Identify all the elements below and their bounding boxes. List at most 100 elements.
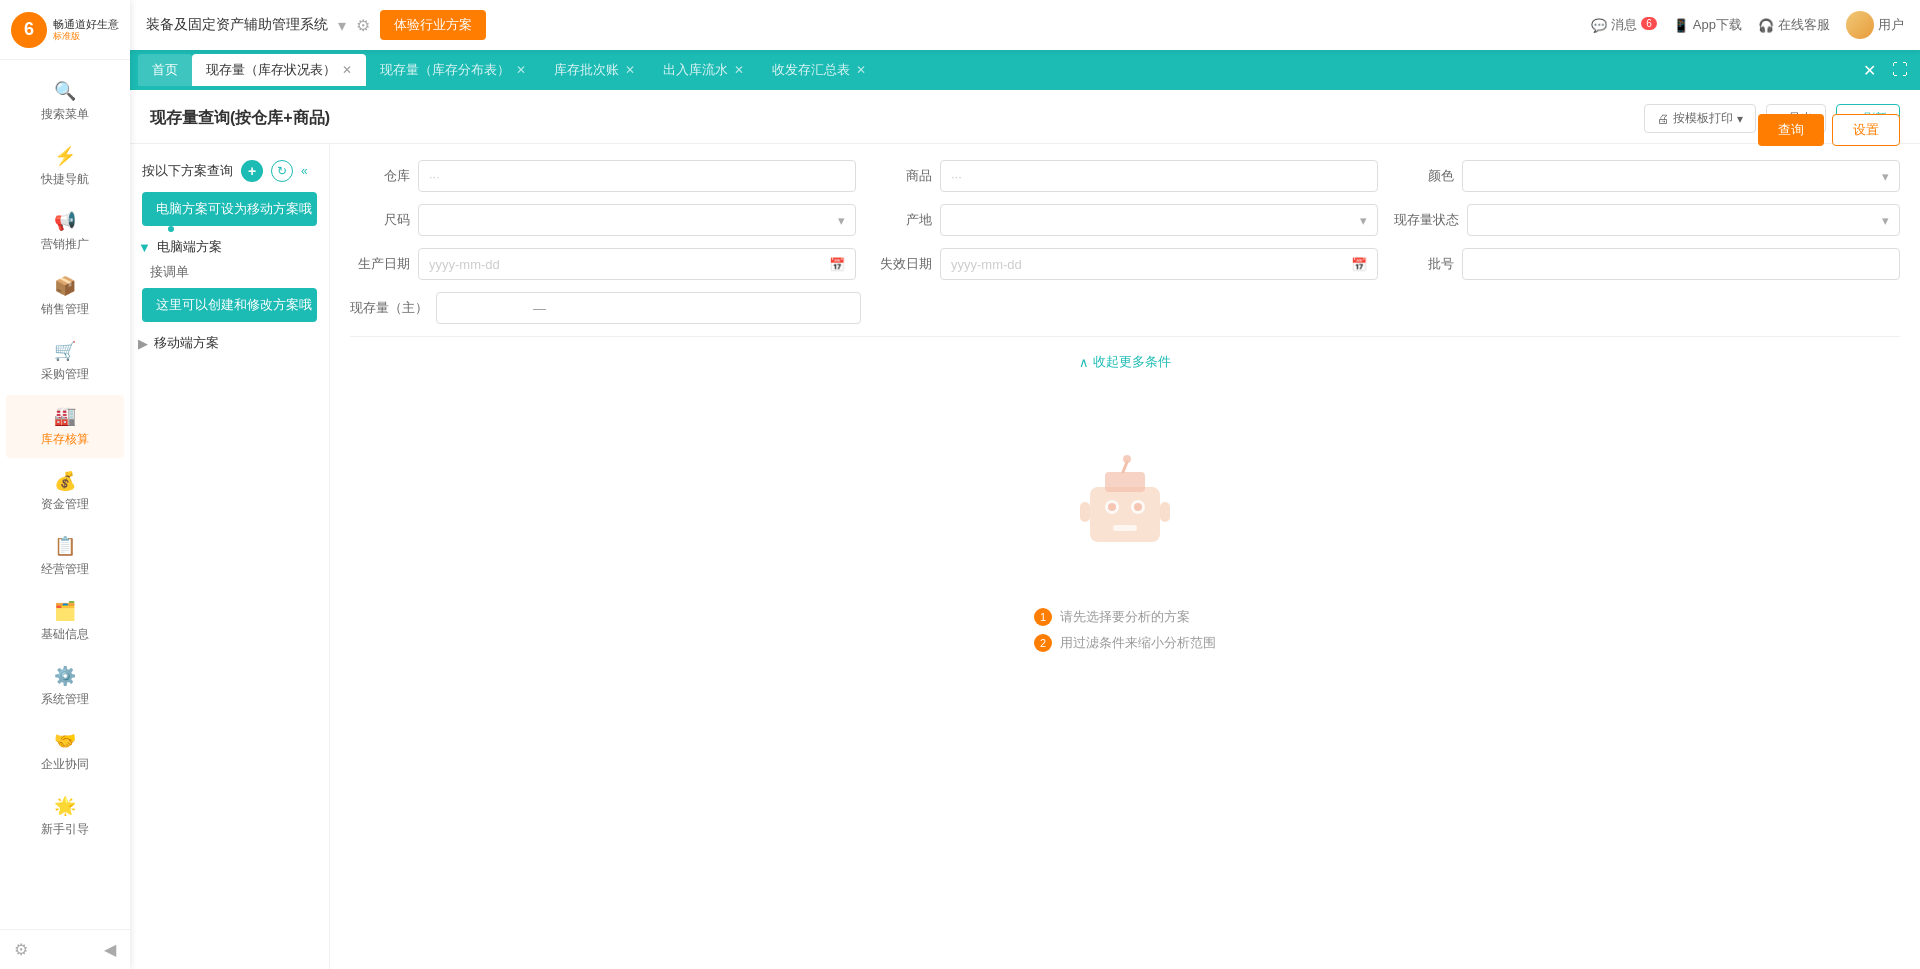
app-download-item[interactable]: 📱 App下载 bbox=[1673, 16, 1742, 34]
batch-input[interactable] bbox=[1462, 248, 1900, 280]
print-btn[interactable]: 🖨 按模板打印 ▾ bbox=[1644, 104, 1756, 133]
purchase-icon: 🛒 bbox=[54, 340, 76, 362]
system-icon: ⚙️ bbox=[54, 665, 76, 687]
logo-icon: 6 bbox=[11, 12, 47, 48]
sidebar-item-sales[interactable]: 📦 销售管理 bbox=[6, 265, 124, 328]
sidebar-item-corp[interactable]: 🤝 企业协同 bbox=[6, 720, 124, 783]
sidebar-item-finance[interactable]: 💰 资金管理 bbox=[6, 460, 124, 523]
sales-icon: 📦 bbox=[54, 275, 76, 297]
origin-label: 产地 bbox=[872, 211, 932, 229]
product-select[interactable]: ··· bbox=[940, 160, 1378, 192]
basic-icon: 🗂️ bbox=[54, 600, 76, 622]
warehouse-select[interactable]: ··· bbox=[418, 160, 856, 192]
sidebar-item-marketing[interactable]: 📢 营销推广 bbox=[6, 200, 124, 263]
sidebar-nav: 🔍 搜索菜单 ⚡ 快捷导航 📢 营销推广 📦 销售管理 🛒 采购管理 🏭 库存核… bbox=[0, 60, 130, 929]
sidebar: 6 畅通道好生意 标准版 🔍 搜索菜单 ⚡ 快捷导航 📢 营销推广 📦 销售管理… bbox=[0, 0, 130, 969]
app-download-label: App下载 bbox=[1693, 16, 1742, 34]
scheme-tooltip-text: 电脑方案可设为移动方案哦 bbox=[156, 200, 312, 218]
stock-amount-range[interactable]: — bbox=[436, 292, 861, 324]
online-support-item[interactable]: 🎧 在线客服 bbox=[1758, 16, 1830, 34]
calendar-icon-2[interactable]: 📅 bbox=[1351, 257, 1367, 272]
search-btn[interactable]: 查询 bbox=[1758, 144, 1824, 146]
back-btn[interactable]: « bbox=[301, 164, 308, 178]
color-label: 颜色 bbox=[1394, 167, 1454, 185]
industry-btn[interactable]: 体验行业方案 bbox=[380, 10, 486, 40]
tab-batch-close[interactable]: ✕ bbox=[625, 63, 635, 77]
tab-inventory-dist[interactable]: 现存量（库存分布表） ✕ bbox=[366, 54, 540, 86]
sidebar-item-label: 基础信息 bbox=[41, 626, 89, 643]
add-scheme-btn[interactable]: + bbox=[241, 160, 263, 182]
refresh-scheme-btn[interactable]: ↻ bbox=[271, 160, 293, 182]
page-header: 现存量查询(按仓库+商品) 🖨 按模板打印 ▾ ↑ 导出 ↻ 刷新 bbox=[130, 90, 1920, 144]
scheme-item-adjust[interactable]: 接调单 bbox=[130, 260, 329, 284]
origin-select[interactable]: ▾ bbox=[940, 204, 1378, 236]
sidebar-item-label: 采购管理 bbox=[41, 366, 89, 383]
tab-inout[interactable]: 出入库流水 ✕ bbox=[649, 54, 758, 86]
produce-date-input[interactable]: yyyy-mm-dd 📅 bbox=[418, 248, 856, 280]
filter-field-origin: 产地 ▾ bbox=[872, 204, 1378, 236]
range-max-input[interactable] bbox=[552, 301, 632, 316]
collapse-btn[interactable]: ∧ 收起更多条件 bbox=[350, 345, 1900, 379]
header-left: 装备及固定资产辅助管理系统 ▾ ⚙ 体验行业方案 bbox=[146, 10, 486, 40]
tab-batch[interactable]: 库存批次账 ✕ bbox=[540, 54, 649, 86]
size-select[interactable]: ▾ bbox=[418, 204, 856, 236]
reset-btn[interactable]: 设置 bbox=[1832, 144, 1900, 146]
pc-scheme-header[interactable]: ▼ 电脑端方案 bbox=[130, 234, 329, 260]
tab-collect-label: 收发存汇总表 bbox=[772, 61, 850, 79]
edit-tooltip-text: 这里可以创建和修改方案哦 bbox=[156, 296, 312, 314]
sidebar-item-basic[interactable]: 🗂️ 基础信息 bbox=[6, 590, 124, 653]
user-name: 用户 bbox=[1878, 16, 1904, 34]
collapse-sidebar-icon[interactable]: ◀ bbox=[104, 940, 116, 959]
filter-label: 按以下方案查询 bbox=[142, 162, 233, 180]
tab-close-all-icon[interactable]: ✕ bbox=[1859, 57, 1880, 84]
header-settings-icon[interactable]: ⚙ bbox=[356, 16, 370, 35]
tab-inout-close[interactable]: ✕ bbox=[734, 63, 744, 77]
tab-inventory-status[interactable]: 现存量（库存状况表） ✕ bbox=[192, 54, 366, 86]
sidebar-item-search[interactable]: 🔍 搜索菜单 bbox=[6, 70, 124, 133]
message-item[interactable]: 💬 消息 6 bbox=[1591, 16, 1657, 34]
sidebar-item-system[interactable]: ⚙️ 系统管理 bbox=[6, 655, 124, 718]
tab-home[interactable]: 首页 bbox=[138, 54, 192, 86]
tab-expand-icon[interactable]: ⛶ bbox=[1888, 57, 1912, 83]
tab-inventory-dist-close[interactable]: ✕ bbox=[516, 63, 526, 77]
tab-inventory-status-close[interactable]: ✕ bbox=[342, 63, 352, 77]
sidebar-item-inventory[interactable]: 🏭 库存核算 bbox=[6, 395, 124, 458]
product-label: 商品 bbox=[872, 167, 932, 185]
search-icon: 🔍 bbox=[54, 80, 76, 102]
print-dropdown-icon: ▾ bbox=[1737, 112, 1743, 126]
content-layout: 按以下方案查询 + ↻ « 电脑方案可设为移动方案哦 ✕ ▼ 电脑端方案 bbox=[130, 144, 1920, 969]
tip-text-2: 用过滤条件来缩小分析范围 bbox=[1060, 630, 1216, 656]
calendar-icon[interactable]: 📅 bbox=[829, 257, 845, 272]
edit-tooltip-close[interactable]: ✕ bbox=[320, 297, 330, 313]
tab-collect-close[interactable]: ✕ bbox=[856, 63, 866, 77]
sidebar-item-operation[interactable]: 📋 经营管理 bbox=[6, 525, 124, 588]
header: 装备及固定资产辅助管理系统 ▾ ⚙ 体验行业方案 💬 消息 6 📱 App下载 … bbox=[130, 0, 1920, 50]
filter-field-produce-date: 生产日期 yyyy-mm-dd 📅 bbox=[350, 248, 856, 280]
sidebar-item-guide[interactable]: 🌟 新手引导 bbox=[6, 785, 124, 848]
tip-num-1: 1 bbox=[1034, 608, 1052, 626]
range-min-input[interactable] bbox=[447, 301, 527, 316]
dropdown-icon[interactable]: ▾ bbox=[338, 16, 346, 35]
sidebar-item-label: 库存核算 bbox=[41, 431, 89, 448]
user-item[interactable]: 用户 bbox=[1846, 11, 1904, 39]
dropdown-arrow-icon: ▾ bbox=[1882, 169, 1889, 184]
filter-row-4: 现存量（主） — bbox=[350, 292, 1900, 324]
settings-icon[interactable]: ⚙ bbox=[14, 940, 28, 959]
sidebar-item-purchase[interactable]: 🛒 采购管理 bbox=[6, 330, 124, 393]
operation-icon: 📋 bbox=[54, 535, 76, 557]
sidebar-item-quick[interactable]: ⚡ 快捷导航 bbox=[6, 135, 124, 198]
color-select[interactable]: ▾ bbox=[1462, 160, 1900, 192]
expire-date-input[interactable]: yyyy-mm-dd 📅 bbox=[940, 248, 1378, 280]
scheme-tooltip-close[interactable]: ✕ bbox=[320, 201, 330, 217]
dropdown-arrow-icon: ▾ bbox=[838, 213, 845, 228]
sidebar-item-label: 营销推广 bbox=[41, 236, 89, 253]
pc-scheme-label: 电脑端方案 bbox=[157, 238, 222, 256]
filter-row-2: 尺码 ▾ 产地 ▾ 现存量状态 ▾ bbox=[350, 204, 1900, 236]
tab-collect[interactable]: 收发存汇总表 ✕ bbox=[758, 54, 880, 86]
warehouse-dots: ··· bbox=[429, 169, 440, 184]
stock-status-select[interactable]: ▾ bbox=[1467, 204, 1900, 236]
svg-rect-0 bbox=[1090, 487, 1160, 542]
expire-date-label: 失效日期 bbox=[872, 255, 932, 273]
collapse-label: 收起更多条件 bbox=[1093, 353, 1171, 371]
mobile-scheme-header[interactable]: ▶ 移动端方案 bbox=[130, 330, 329, 356]
